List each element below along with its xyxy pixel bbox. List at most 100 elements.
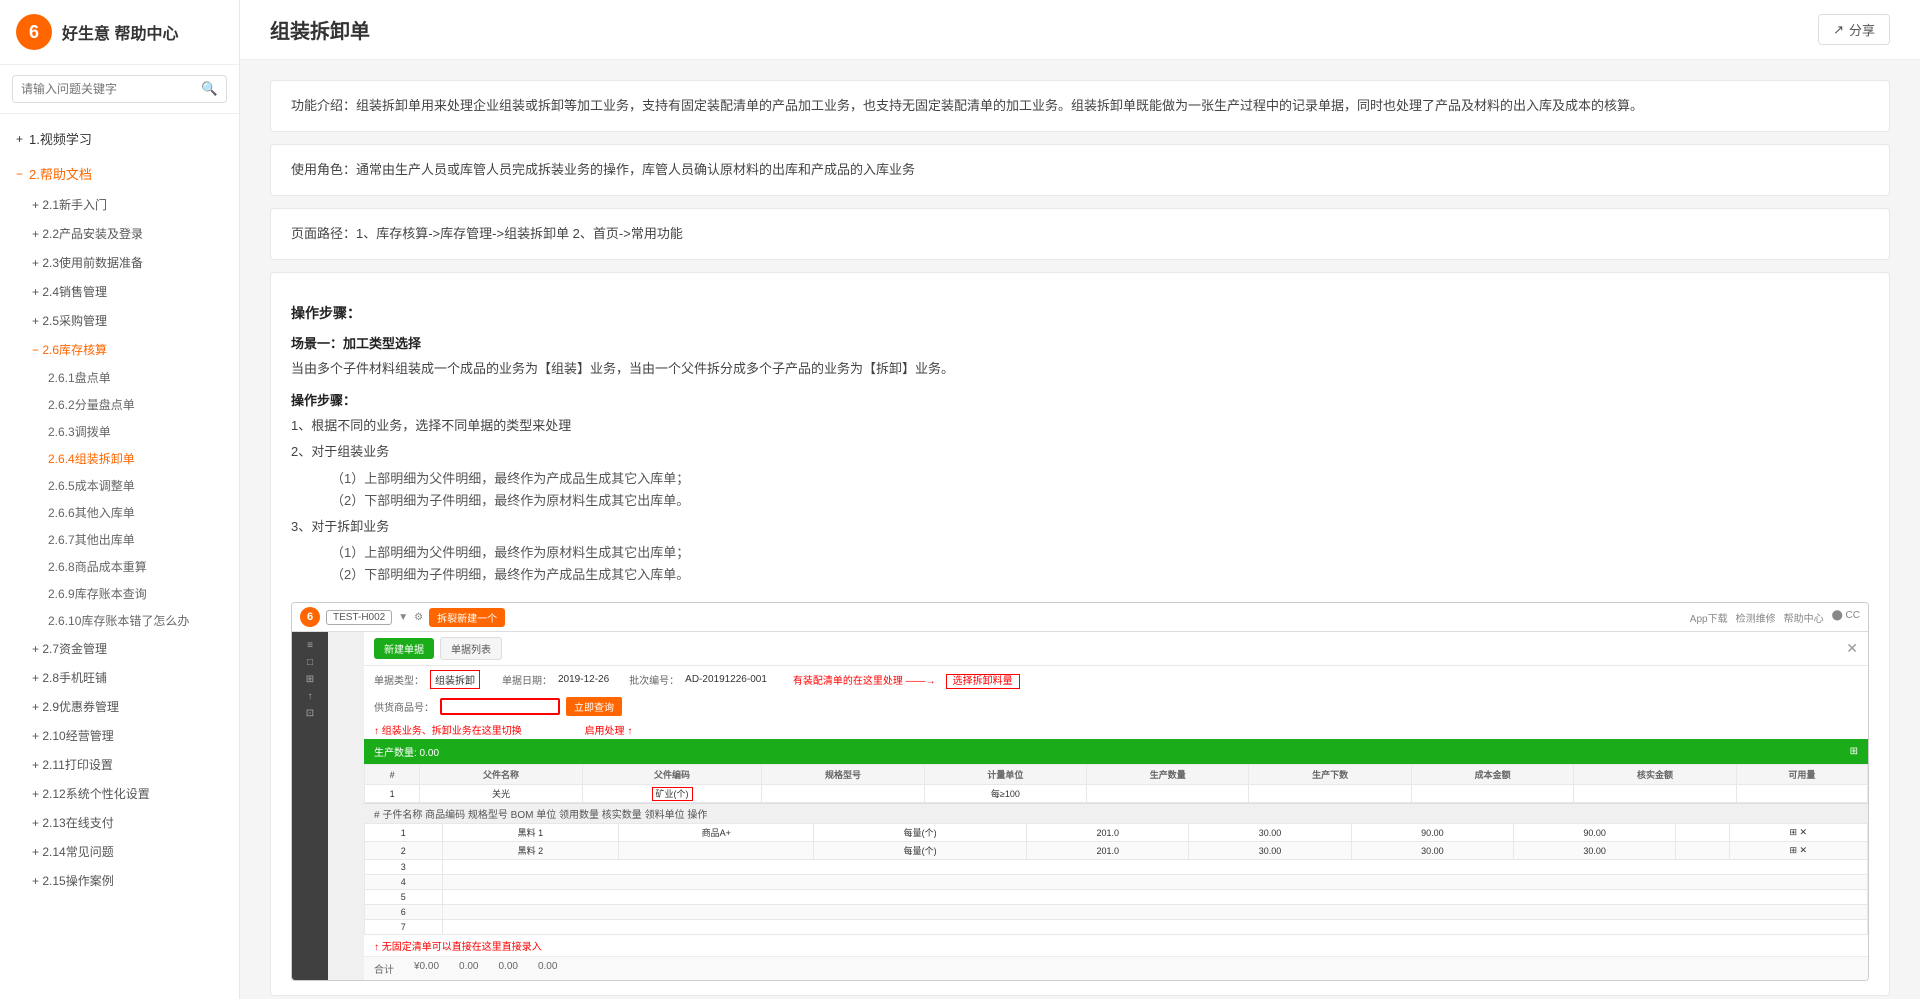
share-button[interactable]: ↗ 分享 — [1818, 14, 1890, 45]
sidebar-item-coupon[interactable]: + 2.9优惠券管理 — [0, 692, 239, 721]
ss-close-area: ✕ — [1846, 640, 1858, 657]
sidebar-item-transfer[interactable]: 2.6.3调拨单 — [0, 418, 239, 445]
ss-c4-num: 4 — [365, 875, 443, 890]
sidebar-item-print[interactable]: + 2.11打印设置 — [0, 750, 239, 779]
ss-child-row-5: 5 — [365, 890, 1868, 905]
sidebar-item-ledger-error[interactable]: 2.6.10库存账本错了怎么办 — [0, 607, 239, 634]
search-box: 🔍 — [12, 75, 227, 103]
scene1-desc: 当由多个子件材料组装成一个成品的业务为【组装】业务，当由一个父件拆分成多个子产品… — [291, 358, 1869, 380]
collapse-icon: − — [16, 167, 23, 181]
sidebar-item-new-user[interactable]: + 2.1新手入门 — [0, 190, 239, 219]
ss-bottom-row: 合计 ¥0.00 0.00 0.00 0.00 — [364, 956, 1868, 980]
ss-sidebar-icon-5: ⊡ — [306, 708, 314, 719]
ss-c1-bom: 201.0 — [1027, 824, 1189, 842]
ss-sidebar-icon-3: ⊞ — [306, 674, 314, 685]
ss-test-id: TEST-H002 — [326, 610, 392, 625]
logo-text: 好生意 帮助中心 — [62, 20, 178, 44]
sidebar-item-online-pay[interactable]: + 2.13在线支付 — [0, 808, 239, 837]
sidebar-item-docs[interactable]: − 2.帮助文档 — [0, 157, 239, 190]
nav-section-docs: − 2.帮助文档 + 2.1新手入门 + 2.2产品安装及登录 + 2.3使用前… — [0, 157, 239, 895]
sidebar-item-mobile[interactable]: + 2.8手机旺铺 — [0, 663, 239, 692]
sidebar-item-inventory[interactable]: − 2.6库存核算 — [0, 335, 239, 364]
ss-th-unit: 计量单位 — [924, 765, 1086, 785]
intro-block-3: 页面路径：1、库存核算->库存管理->组装拆卸单 2、首页->常用功能 — [270, 208, 1890, 260]
ss-doc-type-label: 单据类型： — [374, 672, 424, 687]
sidebar-item-customization[interactable]: + 2.12系统个性化设置 — [0, 779, 239, 808]
ss-expand-icon: ⊞ — [1850, 746, 1858, 757]
search-button[interactable]: 🔍 — [193, 76, 226, 102]
sidebar-item-cases[interactable]: + 2.15操作案例 — [0, 866, 239, 895]
ss-total-val1: ¥0.00 — [414, 961, 439, 976]
ss-c5-num: 5 — [365, 890, 443, 905]
sidebar-item-inventory-ledger[interactable]: 2.6.9库存账本查询 — [0, 580, 239, 607]
sidebar-item-videos[interactable]: + 1.视频学习 — [0, 122, 239, 155]
ss-th-parent-code: 父件编码 — [582, 765, 762, 785]
step-2-sub-1: （1）上部明细为父件明细，最终作为产成品生成其它入库单； — [331, 468, 1869, 490]
ops-steps-title: 操作步骤： — [291, 390, 1869, 409]
ss-c1-unit: 30.00 — [1189, 824, 1351, 842]
ss-sidebar-icon-2: □ — [307, 657, 313, 668]
step-2-sub-2: （2）下部明细为子件明细，最终作为原材料生成其它出库单。 — [331, 490, 1869, 512]
intro-text-2: 使用角色：通常由生产人员或库管人员完成拆装业务的操作，库管人员确认原材料的出库和… — [291, 162, 915, 177]
ss-c3-num: 3 — [365, 860, 443, 875]
ss-child-row-1: 1 黑料 1 商品A+ 每量(个) 201.0 30.00 90.00 90.0… — [365, 824, 1868, 842]
sidebar-item-other-in[interactable]: 2.6.6其他入库单 — [0, 499, 239, 526]
ss-sub-header-text: # 子件名称 商品编码 规格型号 BOM 单位 领用数量 核实数量 领料单位 操… — [374, 810, 707, 821]
ss-new-btn[interactable]: 拆裂新建一个 — [429, 608, 505, 627]
ss-child-row-6: 6 — [365, 905, 1868, 920]
ss-total-val3: 0.00 — [499, 961, 518, 976]
ss-c2-op: ⊞ ✕ — [1729, 842, 1867, 860]
ss-search-label: 供货商品号： — [374, 699, 434, 714]
sidebar-item-operations[interactable]: + 2.10经营管理 — [0, 721, 239, 750]
ss-search-input[interactable] — [440, 698, 560, 715]
sidebar-item-faq[interactable]: + 2.14常见问题 — [0, 837, 239, 866]
ss-c1-code: 商品A+ — [619, 824, 814, 842]
ss-child-row-7: 7 — [365, 920, 1868, 935]
ss-batch-label: 批次编号： — [629, 672, 679, 687]
sidebar-item-data-prep[interactable]: + 2.3使用前数据准备 — [0, 248, 239, 277]
ss-th-real-cost: 核实金额 — [1574, 765, 1736, 785]
ss-settings-icon: ⚙ — [414, 612, 423, 623]
ss-form-row2: 供货商品号： 立即查询 — [364, 693, 1868, 720]
ss-c1-unit2 — [1676, 824, 1729, 842]
sidebar-item-install[interactable]: + 2.2产品安装及登录 — [0, 219, 239, 248]
ss-sidebar-icon-4: ↑ — [308, 691, 313, 702]
ss-cc: ⬤ CC — [1832, 610, 1860, 625]
content-area: 功能介绍：组装拆卸单用来处理企业组装或拆卸等加工业务，支持有固定装配清单的产品加… — [240, 60, 1920, 999]
main: 组装拆卸单 ↗ 分享 功能介绍：组装拆卸单用来处理企业组装或拆卸等加工业务，支持… — [240, 0, 1920, 999]
ss-c1-spec: 每量(个) — [814, 824, 1027, 842]
ss-c6-num: 6 — [365, 905, 443, 920]
ss-production-label: 生产数量: 0.00 — [374, 744, 439, 759]
sidebar-item-other-out[interactable]: 2.6.7其他出库单 — [0, 526, 239, 553]
ss-parent-header-row: # 父件名称 父件编码 规格型号 计量单位 生产数量 生产下数 成本金额 核实金 — [365, 765, 1868, 785]
sidebar-item-partial-stocktake[interactable]: 2.6.2分量盘点单 — [0, 391, 239, 418]
main-header: 组装拆卸单 ↗ 分享 — [240, 0, 1920, 60]
ss-c2-bom: 201.0 — [1027, 842, 1189, 860]
step-1: 1、根据不同的业务，选择不同单据的类型来处理 — [291, 415, 1869, 437]
ss-child-row-3: 3 — [365, 860, 1868, 875]
sidebar-item-cost-adjust[interactable]: 2.6.5成本调整单 — [0, 472, 239, 499]
ss-batch-value: AD-20191226-001 — [685, 674, 767, 685]
sidebar-item-sales[interactable]: + 2.4销售管理 — [0, 277, 239, 306]
ss-td-avail — [1736, 785, 1867, 803]
ss-dropdown-arrow: ▼ — [398, 612, 408, 623]
ss-th-spec: 规格型号 — [762, 765, 924, 785]
intro-text-1: 功能介绍：组装拆卸单用来处理企业组装或拆卸等加工业务，支持有固定装配清单的产品加… — [291, 98, 1643, 113]
sidebar-item-assembly[interactable]: 2.6.4组装拆卸单 — [0, 445, 239, 472]
ss-help: 帮助中心 — [1784, 610, 1824, 625]
ss-c1-real-qty: 90.00 — [1514, 824, 1676, 842]
logo-area: 6 好生意 帮助中心 — [0, 0, 239, 65]
ss-tab-new[interactable]: 新建单据 — [374, 638, 434, 659]
ss-detect: 检测维修 — [1736, 610, 1776, 625]
sidebar-item-stocktake[interactable]: 2.6.1盘点单 — [0, 364, 239, 391]
search-input[interactable] — [13, 77, 193, 101]
ss-confirm-btn[interactable]: 立即查询 — [566, 697, 622, 716]
ss-close-button[interactable]: ✕ — [1846, 640, 1858, 657]
ss-c2-unit: 30.00 — [1189, 842, 1351, 860]
sidebar-item-finance[interactable]: + 2.7资金管理 — [0, 634, 239, 663]
ss-total-val4: 0.00 — [538, 961, 557, 976]
nav-list: + 1.视频学习 − 2.帮助文档 + 2.1新手入门 + 2.2产品安装及登录… — [0, 114, 239, 999]
sidebar-item-cost-recalc[interactable]: 2.6.8商品成本重算 — [0, 553, 239, 580]
ss-tab-list[interactable]: 单据列表 — [440, 637, 502, 660]
sidebar-item-purchase[interactable]: + 2.5采购管理 — [0, 306, 239, 335]
